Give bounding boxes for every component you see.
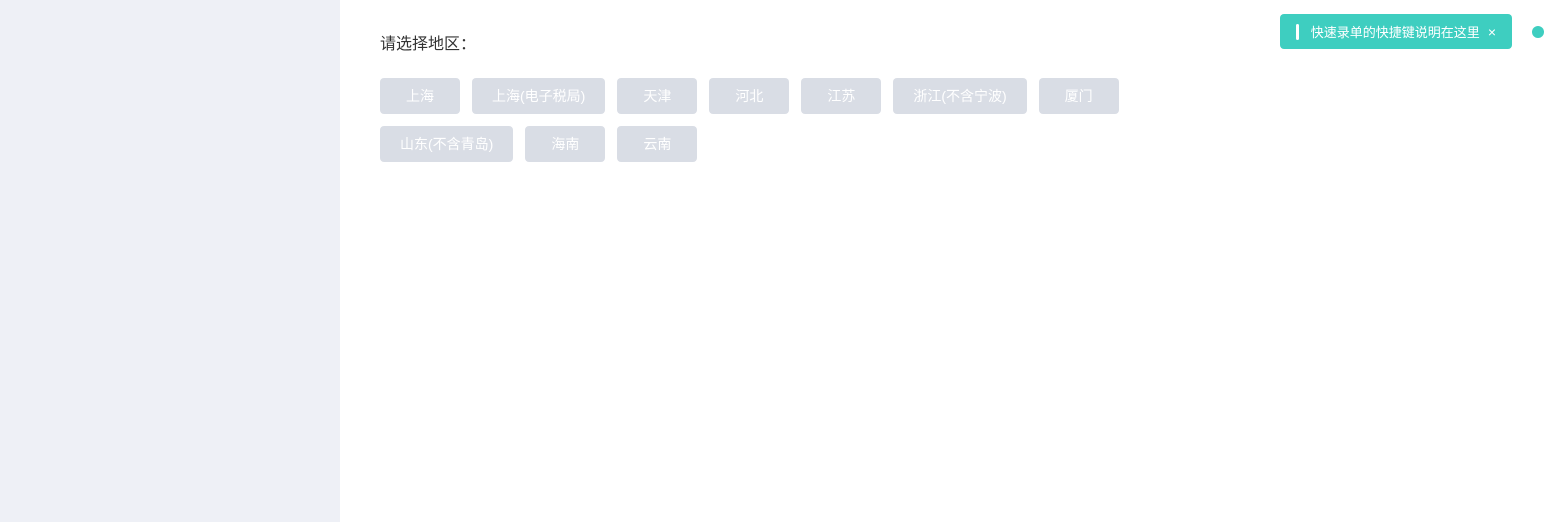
tooltip-banner: 快速录单的快捷键说明在这里 × bbox=[1280, 14, 1512, 49]
tooltip-close-button[interactable]: × bbox=[1488, 24, 1496, 40]
tooltip-dot bbox=[1532, 26, 1544, 38]
region-row-1: 上海上海(电子税局) 天津河北江苏浙江(不含宁波) 厦门 bbox=[380, 78, 1522, 114]
region-button-shanghai-etax[interactable]: 上海(电子税局) bbox=[472, 78, 605, 114]
region-row-2: 山东(不含青岛) 海南云南 bbox=[380, 126, 1522, 162]
region-button-tianjin[interactable]: 天津 bbox=[617, 78, 697, 114]
tooltip-text: 快速录单的快捷键说明在这里 bbox=[1311, 22, 1480, 41]
region-button-yunnan[interactable]: 云南 bbox=[617, 126, 697, 162]
region-button-hainan[interactable]: 海南 bbox=[525, 126, 605, 162]
region-button-shanghai[interactable]: 上海 bbox=[380, 78, 460, 114]
region-button-xiamen[interactable]: 厦门 bbox=[1039, 78, 1119, 114]
left-sidebar bbox=[0, 0, 340, 522]
region-button-hebei[interactable]: 河北 bbox=[709, 78, 789, 114]
region-button-zhejiang[interactable]: 浙江(不含宁波) bbox=[893, 78, 1026, 114]
main-content: 请选择地区： 上海上海(电子税局)天津河北江苏浙江(不含宁波)厦门 山东(不含青… bbox=[340, 0, 1562, 522]
region-button-shandong[interactable]: 山东(不含青岛) bbox=[380, 126, 513, 162]
region-button-jiangsu[interactable]: 江苏 bbox=[801, 78, 881, 114]
